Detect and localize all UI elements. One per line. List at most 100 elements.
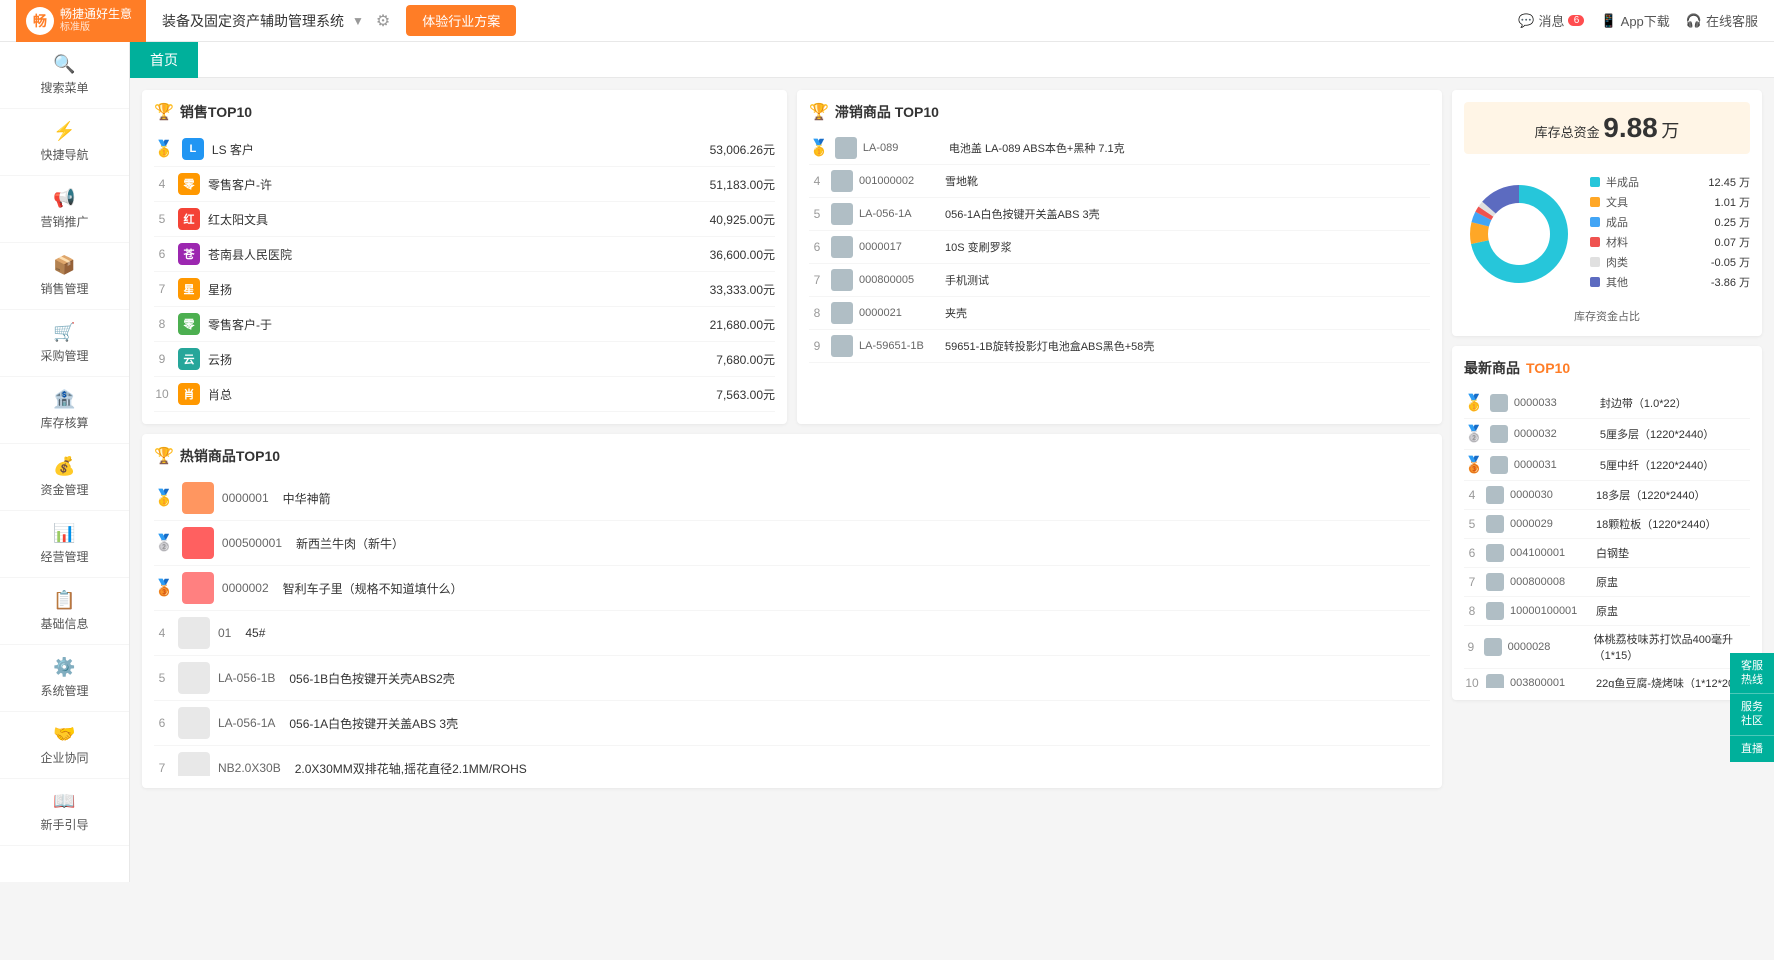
product-thumb: [182, 482, 214, 514]
list-item: 🥈 0000032 5厘多层（1220*2440）: [1464, 419, 1750, 450]
sidebar-item-sales[interactable]: 📦 销售管理: [0, 243, 129, 310]
product-thumb: [1490, 425, 1508, 443]
rank-medal: 🥉: [1464, 455, 1484, 475]
system-title: 装备及固定资产辅助管理系统: [162, 11, 344, 31]
sidebar-item-guide[interactable]: 📖 新手引导: [0, 779, 129, 846]
rank-medal: 🥇: [1464, 393, 1484, 413]
legend-dot: [1590, 197, 1600, 207]
inventory-panel: 库存总资金 9.88 万: [1452, 90, 1762, 336]
sidebar-item-marketing[interactable]: 📢 营销推广: [0, 176, 129, 243]
bank-icon: 🏦: [53, 389, 75, 410]
float-btn-live[interactable]: 直播: [1730, 736, 1774, 762]
logo-icon: 畅: [26, 7, 54, 35]
app-download-action[interactable]: 📱 App下载: [1600, 11, 1669, 30]
rank-medal: 🥇: [809, 138, 829, 158]
sidebar-item-inventory[interactable]: 🏦 库存核算: [0, 377, 129, 444]
hot-products-title: 🏆 热销商品TOP10: [154, 446, 1430, 466]
list-item: 🥇 0000001 中华神箭: [154, 476, 1430, 521]
avatar: 星: [178, 278, 200, 300]
list-item: 🥈 000500001 新西兰牛肉（新牛）: [154, 521, 1430, 566]
online-service-action[interactable]: 🎧 在线客服: [1686, 11, 1758, 30]
trial-button[interactable]: 体验行业方案: [406, 5, 516, 36]
donut-chart: [1464, 179, 1574, 289]
legend-dot: [1590, 217, 1600, 227]
chart-legend: 半成品 12.45 万 文具 1.01 万 成品 0.25 万: [1590, 174, 1750, 294]
legend-item: 文具 1.01 万: [1590, 194, 1750, 210]
money-icon: 💰: [53, 456, 75, 477]
legend-dot: [1590, 257, 1600, 267]
list-item: 7 000800005 手机测试: [809, 264, 1430, 297]
sidebar-item-enterprise[interactable]: 🤝 企业协同: [0, 712, 129, 779]
product-thumb: [831, 269, 853, 291]
list-item: 10 003800001 22g鱼豆腐-烧烤味（1*12*20）: [1464, 669, 1750, 688]
sidebar-item-system[interactable]: ⚙️ 系统管理: [0, 645, 129, 712]
product-thumb: [831, 302, 853, 324]
sidebar-item-basic[interactable]: 📋 基础信息: [0, 578, 129, 645]
gear-icon: ⚙️: [53, 657, 75, 678]
product-list: 🥇 LA-089 电池盖 LA-089 ABS本色+黑种 7.1克 4 0010…: [809, 132, 1430, 363]
tab-home[interactable]: 首页: [130, 42, 198, 78]
sidebar-item-operations[interactable]: 📊 经营管理: [0, 511, 129, 578]
newest-products-panel: 最新商品 TOP10 🥇 0000033 封边带（1.0*22） 🥈 00000…: [1452, 346, 1762, 700]
flash-icon: ⚡: [53, 121, 75, 142]
list-item: 8 10000100001 原盅: [1464, 597, 1750, 626]
product-thumb: [1486, 674, 1504, 688]
product-thumb: [178, 752, 210, 776]
list-item: 🥇 L LS 客户 53,006.26元: [154, 132, 775, 167]
chevron-down-icon[interactable]: ▼: [352, 14, 364, 28]
list-item: 7 000800008 原盅: [1464, 568, 1750, 597]
list-item: 8 零 零售客户-于 21,680.00元: [154, 307, 775, 342]
list-item: 10 肖 肖总 7,563.00元: [154, 377, 775, 412]
product-thumb: [831, 335, 853, 357]
float-btn-service[interactable]: 客服 热线: [1730, 653, 1774, 695]
customer-list: 🥇 L LS 客户 53,006.26元 4 零 零售客户-许 51,183.0…: [154, 132, 775, 412]
list-item: 4 0000030 18多层（1220*2440）: [1464, 481, 1750, 510]
sidebar-item-quicknav[interactable]: ⚡ 快捷导航: [0, 109, 129, 176]
legend-item: 肉类 -0.05 万: [1590, 254, 1750, 270]
product-thumb: [1486, 486, 1504, 504]
avatar: 零: [178, 313, 200, 335]
sidebar-item-search[interactable]: 🔍 搜索菜单: [0, 42, 129, 109]
main-content: 🏆 销售TOP10 🥇 L LS 客户 53,006.26元 4 零 零售客户-…: [130, 78, 1774, 882]
app-logo: 畅 畅捷通好生意 标准版: [16, 0, 146, 42]
product-thumb: [182, 572, 214, 604]
list-item: 9 云 云扬 7,680.00元: [154, 342, 775, 377]
sidebar-item-purchase[interactable]: 🛒 采购管理: [0, 310, 129, 377]
avatar: 肖: [178, 383, 200, 405]
sidebar-item-finance[interactable]: 💰 资金管理: [0, 444, 129, 511]
list-item: 6 苍 苍南县人民医院 36,600.00元: [154, 237, 775, 272]
settings-icon[interactable]: ⚙: [376, 11, 390, 31]
megaphone-icon: 📢: [53, 188, 75, 209]
chart-icon: 📊: [53, 523, 75, 544]
rank-medal: 🥉: [154, 578, 174, 598]
list-item: 5 0000029 18颗粒板（1220*2440）: [1464, 510, 1750, 539]
clipboard-icon: 📋: [53, 590, 75, 611]
message-action[interactable]: 💬 消息 6: [1518, 11, 1584, 30]
product-thumb: [1490, 394, 1508, 412]
list-item: 6 004100001 白钢垫: [1464, 539, 1750, 568]
cart-icon: 🛒: [53, 322, 75, 343]
list-item: 5 LA-056-1A 056-1A白色按键开关盖ABS 3壳: [809, 198, 1430, 231]
product-thumb: [178, 707, 210, 739]
avatar: L: [182, 138, 204, 160]
float-btn-community[interactable]: 服务 社区: [1730, 694, 1774, 736]
list-item: 6 LA-056-1A 056-1A白色按键开关盖ABS 3壳: [154, 701, 1430, 746]
list-item: 9 0000028 体桃荔枝味苏打饮品400毫升（1*15）: [1464, 626, 1750, 669]
rank-medal: 🥈: [154, 533, 174, 553]
legend-item: 其他 -3.86 万: [1590, 274, 1750, 290]
list-item: 6 0000017 10S 变刷罗浆: [809, 231, 1430, 264]
box-icon: 📦: [53, 255, 75, 276]
rank-medal: 🥇: [154, 488, 174, 508]
book-icon: 📖: [53, 791, 75, 812]
hot-products-panel: 🏆 热销商品TOP10 🥇 0000001 中华神箭 🥈 000500001 新…: [142, 434, 1442, 788]
list-item: 4 01 45#: [154, 611, 1430, 656]
list-item: 7 星 星扬 33,333.00元: [154, 272, 775, 307]
product-thumb: [1486, 602, 1504, 620]
legend-dot: [1590, 277, 1600, 287]
product-thumb: [1486, 544, 1504, 562]
product-thumb: [1486, 515, 1504, 533]
product-thumb: [1486, 573, 1504, 591]
top-header: 畅 畅捷通好生意 标准版 装备及固定资产辅助管理系统 ▼ ⚙ 体验行业方案 💬 …: [0, 0, 1774, 42]
product-thumb: [831, 236, 853, 258]
product-thumb: [1484, 638, 1502, 656]
